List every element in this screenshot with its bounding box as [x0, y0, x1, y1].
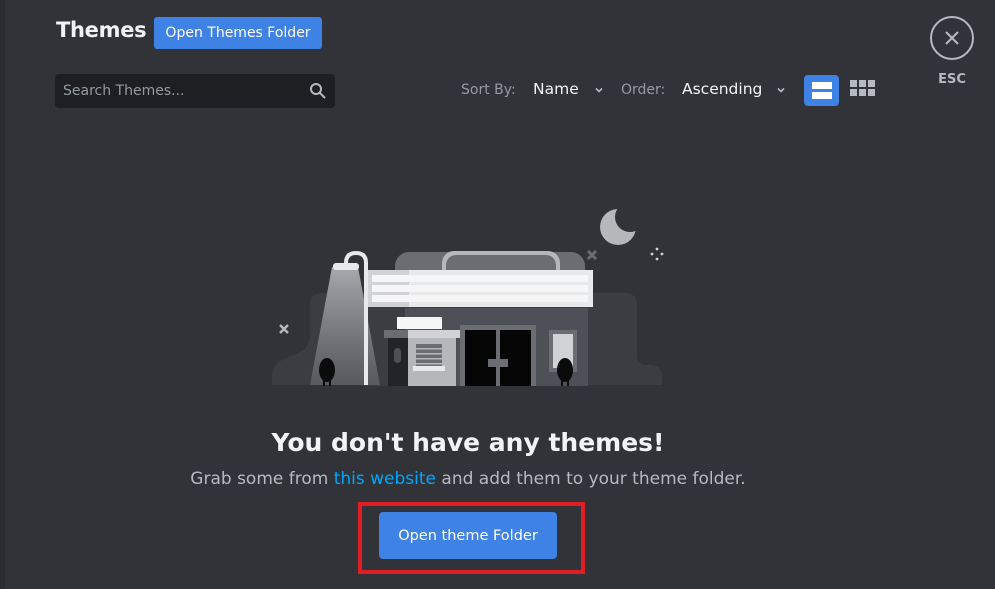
desc-text-before: Grab some from	[190, 469, 334, 489]
empty-state-illustration	[272, 205, 664, 390]
search-icon[interactable]	[309, 82, 327, 100]
open-theme-folder-button[interactable]: Open theme Folder	[379, 512, 557, 559]
close-icon	[945, 31, 959, 45]
sort-by-label: Sort By:	[461, 82, 516, 98]
page-title: Themes	[56, 18, 147, 42]
open-themes-folder-button[interactable]: Open Themes Folder	[154, 17, 322, 49]
esc-label: ESC	[938, 72, 966, 87]
search-input[interactable]	[55, 74, 295, 108]
chevron-down-icon[interactable]	[593, 84, 605, 96]
theme-website-link[interactable]: this website	[334, 469, 436, 489]
chevron-down-icon[interactable]	[775, 84, 787, 96]
empty-state-description: Grab some from this website and add them…	[0, 469, 936, 489]
grid-view-button[interactable]	[850, 80, 876, 100]
moon-icon	[600, 205, 645, 245]
desc-text-after: and add them to your theme folder.	[436, 469, 746, 489]
empty-state-title: You don't have any themes!	[271, 428, 665, 457]
close-button[interactable]	[930, 16, 974, 60]
order-label: Order:	[621, 82, 666, 98]
list-view-button[interactable]	[804, 75, 839, 106]
search-box	[55, 74, 335, 108]
sort-by-dropdown[interactable]: Name	[533, 80, 579, 98]
order-dropdown[interactable]: Ascending	[682, 80, 762, 98]
sidebar-edge	[0, 0, 5, 589]
